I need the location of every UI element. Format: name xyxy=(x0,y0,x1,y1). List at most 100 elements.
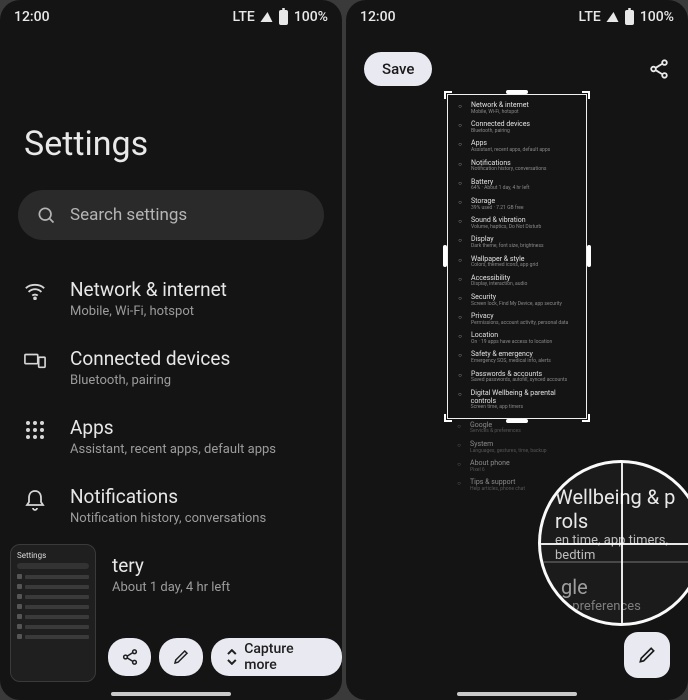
row-title: Notifications xyxy=(70,485,266,508)
magnifier-overlay: Wellbeing & p rols en time, app timers, … xyxy=(538,460,688,626)
mini-settings-row: ○SecurityScreen lock, Find My Device, ap… xyxy=(448,291,586,310)
edit-button[interactable] xyxy=(159,638,202,676)
apps-icon xyxy=(25,420,45,440)
mini-sub: Services & preferences xyxy=(470,429,521,435)
mini-settings-row: ○PrivacyPermissions, account activity, p… xyxy=(448,310,586,329)
mini-icon: ○ xyxy=(456,275,464,283)
search-input[interactable]: Search settings xyxy=(18,190,324,240)
mag-text: Wellbeing & p xyxy=(555,485,675,509)
row-sub: Assistant, recent apps, default apps xyxy=(70,442,276,457)
mini-icon: ○ xyxy=(456,179,464,187)
status-bar: 12:00 LTE 100% xyxy=(0,0,342,34)
crop-handle-left[interactable] xyxy=(443,245,447,267)
mini-sub: Notification history, conversations xyxy=(471,167,546,173)
phone-settings-screen: 12:00 LTE 100% Settings Search settings … xyxy=(0,0,342,700)
mini-icon: ○ xyxy=(456,217,464,225)
mini-icon: ○ xyxy=(456,390,464,398)
mini-sub: Saved passwords, autofill, synced accoun… xyxy=(471,378,567,384)
long-screenshot-preview[interactable]: ○Network & internetMobile, Wi-Fi, hotspo… xyxy=(447,94,587,495)
crosshair-horizontal xyxy=(541,543,688,545)
settings-row-network[interactable]: Network & internetMobile, Wi-Fi, hotspot xyxy=(0,264,342,333)
mini-settings-row: ○Storage39% used · 7.21 GB free xyxy=(448,195,586,214)
mini-sub: Pixel 6 xyxy=(470,468,510,474)
mini-icon: ○ xyxy=(456,236,464,244)
capture-more-button[interactable]: Capture more xyxy=(211,638,342,676)
mini-sub: Help articles, phone chat xyxy=(470,487,525,493)
preview-title: Settings xyxy=(17,551,89,560)
mini-sub: Dark theme, font size, brightness xyxy=(471,244,544,250)
crop-corner-tr[interactable] xyxy=(582,91,590,99)
mini-icon: ○ xyxy=(455,441,463,449)
mini-sub: On · 19 apps have access to location xyxy=(471,340,552,346)
mini-sub: Languages, gestures, time, backup xyxy=(470,449,547,455)
row-sub: Bluetooth, pairing xyxy=(70,373,230,388)
pencil-icon xyxy=(172,648,190,666)
crop-handle-top[interactable] xyxy=(506,90,528,94)
mini-icon: ○ xyxy=(456,371,464,379)
mini-sub: Volume, haptics, Do Not Disturb xyxy=(471,225,541,231)
mini-sub: Assistant, recent apps, default apps xyxy=(471,148,550,154)
phone-screenshot-editor: 12:00 LTE 100% Save ○Network & xyxy=(346,0,688,700)
home-indicator[interactable] xyxy=(111,692,231,696)
mini-sub: Emergency SOS, medical info, alerts xyxy=(471,359,551,365)
mini-sub: Screen lock, Find My Device, app securit… xyxy=(471,302,562,308)
devices-icon xyxy=(24,351,46,369)
mini-settings-row: ○AppsAssistant, recent apps, default app… xyxy=(448,137,586,156)
mini-icon: ○ xyxy=(456,140,464,148)
mini-icon: ○ xyxy=(456,198,464,206)
settings-row-apps[interactable]: AppsAssistant, recent apps, default apps xyxy=(0,402,342,471)
mini-icon: ○ xyxy=(456,294,464,302)
mini-icon: ○ xyxy=(456,313,464,321)
crop-corner-tl[interactable] xyxy=(444,91,452,99)
mini-icon: ○ xyxy=(456,160,464,168)
mini-icon: ○ xyxy=(456,351,464,359)
mini-settings-row: ○Passwords & accountsSaved passwords, au… xyxy=(448,368,586,387)
mini-settings-row: ○Connected devicesBluetooth, pairing xyxy=(448,118,586,137)
mini-settings-row: ○Sound & vibrationVolume, haptics, Do No… xyxy=(448,214,586,233)
mini-settings-row: ○About phonePixel 6 xyxy=(447,457,587,476)
screenshot-thumbnail[interactable]: Settings xyxy=(10,544,96,682)
mini-icon: ○ xyxy=(455,479,463,487)
mini-title: Digital Wellbeing & parental controls xyxy=(471,390,578,405)
share-icon[interactable] xyxy=(648,58,670,80)
row-title: tery xyxy=(112,554,230,577)
mini-settings-row: ○ Digital Wellbeing & parental controlsSc… xyxy=(448,387,586,414)
mini-settings-row: ○NotificationsNotification history, conv… xyxy=(448,157,586,176)
mini-sub: Display, interaction, audio xyxy=(471,282,527,288)
status-time: 12:00 xyxy=(14,9,50,25)
settings-row-notifications[interactable]: NotificationsNotification history, conve… xyxy=(0,471,342,540)
mag-text: & preferences xyxy=(561,599,641,614)
settings-row-devices[interactable]: Connected devicesBluetooth, pairing xyxy=(0,333,342,402)
wifi-icon xyxy=(24,282,46,300)
edit-fab[interactable] xyxy=(624,632,670,678)
battery-icon xyxy=(625,10,634,25)
mini-sub: Screen time, app timers xyxy=(471,405,578,411)
home-indicator[interactable] xyxy=(457,692,577,696)
mini-sub: Bluetooth, pairing xyxy=(471,129,530,135)
mini-settings-row: ○Safety & emergencyEmergency SOS, medica… xyxy=(448,348,586,367)
mini-settings-row: ○DisplayDark theme, font size, brightnes… xyxy=(448,233,586,252)
mag-text: gle xyxy=(561,575,588,599)
save-button[interactable]: Save xyxy=(364,52,432,86)
mini-settings-row: ○Battery64% · About 1 day, 4 hr left xyxy=(448,176,586,195)
crop-handle-right[interactable] xyxy=(587,245,591,267)
crop-selection[interactable]: ○Network & internetMobile, Wi-Fi, hotspo… xyxy=(447,94,587,419)
status-battery-pct: 100% xyxy=(294,9,328,25)
row-sub: About 1 day, 4 hr left xyxy=(112,580,230,595)
mini-settings-row: ○Wallpaper & styleColors, themed icons, … xyxy=(448,253,586,272)
share-button[interactable] xyxy=(108,638,151,676)
mini-icon: ○ xyxy=(456,102,464,110)
capture-more-label: Capture more xyxy=(244,641,328,673)
battery-icon xyxy=(279,10,288,25)
mini-sub: Mobile, Wi-Fi, hotspot xyxy=(471,110,529,116)
share-icon xyxy=(121,648,139,666)
page-title: Settings xyxy=(0,34,342,190)
status-network: LTE xyxy=(579,9,601,25)
mini-settings-row: ○LocationOn · 19 apps have access to loc… xyxy=(448,329,586,348)
search-icon xyxy=(36,205,56,225)
search-placeholder: Search settings xyxy=(70,205,187,225)
mini-settings-row: ○SystemLanguages, gestures, time, backup xyxy=(447,438,587,457)
mini-sub: Colors, themed icons, app grid xyxy=(471,263,538,269)
screenshot-toolbar: Capture more xyxy=(108,638,342,676)
mini-sub: 64% · About 1 day, 4 hr left xyxy=(471,186,529,192)
